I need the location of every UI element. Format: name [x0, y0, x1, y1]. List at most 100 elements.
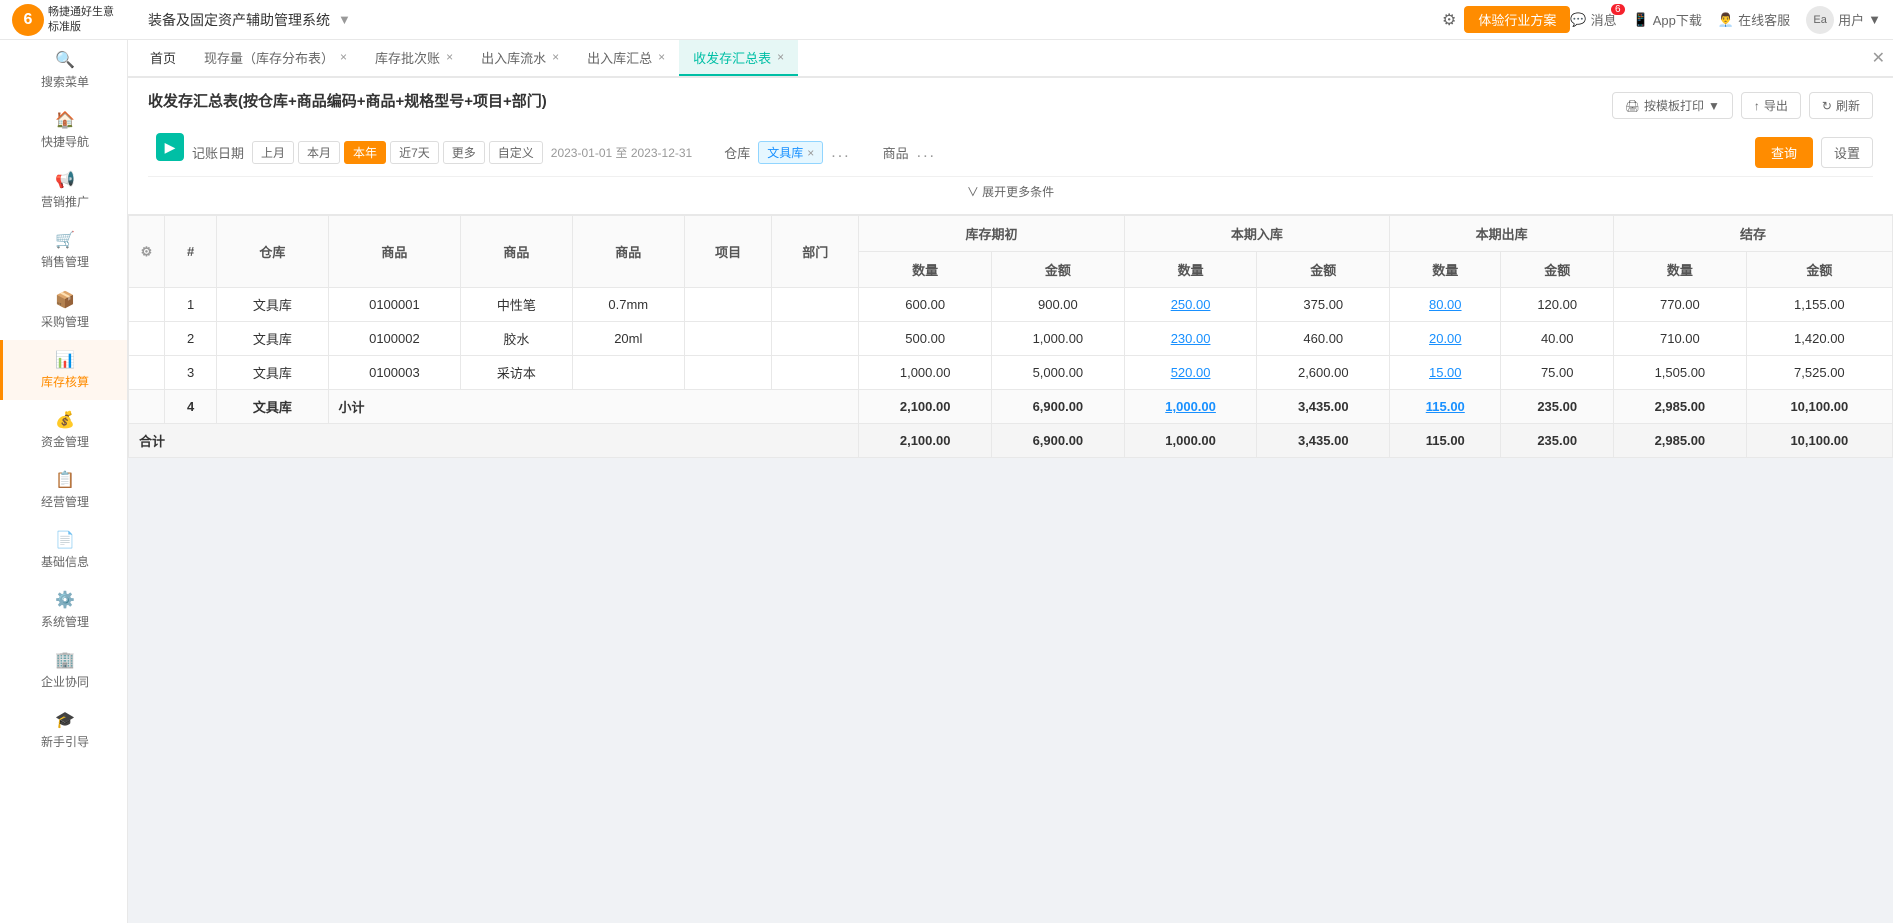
table-settings-button[interactable]: 设置 [1821, 137, 1873, 168]
warehouse-filter-tag[interactable]: 文具库 × [758, 141, 823, 164]
row-out-qty[interactable]: 80.00 [1390, 288, 1501, 322]
sidebar-item-search[interactable]: 🔍 搜索菜单 [0, 40, 127, 100]
row-open-qty: 1,000.00 [859, 356, 992, 390]
row-open-qty: 500.00 [859, 322, 992, 356]
close-all-tabs-button[interactable]: ✕ [1872, 48, 1885, 68]
tab-inout-summary[interactable]: 出入库汇总 × [573, 40, 679, 76]
sidebar-item-label: 搜索菜单 [41, 73, 89, 90]
row-warehouse: 文具库 [217, 356, 328, 390]
sidebar-item-system[interactable]: ⚙️ 系统管理 [0, 580, 127, 640]
expand-more-bar[interactable]: ∨ 展开更多条件 [148, 176, 1873, 206]
row-no: 3 [165, 356, 217, 390]
col-end-qty: 数量 [1614, 252, 1747, 288]
sidebar-item-quick-nav[interactable]: 🏠 快捷导航 [0, 100, 127, 160]
col-group-out: 本期出库 [1390, 216, 1614, 252]
row-project [685, 288, 772, 322]
row-dept [772, 356, 859, 390]
tab-close-receive-summary[interactable]: × [777, 50, 784, 64]
export-button[interactable]: ↑ 导出 [1741, 92, 1801, 119]
col-spec: 商品 [572, 216, 685, 288]
row-dept [772, 288, 859, 322]
col-in-amt: 金额 [1257, 252, 1390, 288]
total-end-amt: 10,100.00 [1746, 424, 1892, 458]
sidebar-item-enterprise[interactable]: 🏢 企业协同 [0, 640, 127, 700]
date-filter-label: 记账日期 [192, 143, 244, 162]
sidebar-item-purchase[interactable]: 📦 采购管理 [0, 280, 127, 340]
sidebar-item-beginner[interactable]: 🎓 新手引导 [0, 700, 127, 760]
sub-open-amt: 6,900.00 [992, 390, 1125, 424]
row-code: 0100003 [328, 356, 461, 390]
system-dropdown-icon[interactable]: ▼ [338, 12, 351, 27]
sidebar-item-label: 新手引导 [41, 733, 89, 750]
tab-close-batch-ledger[interactable]: × [446, 50, 453, 64]
sidebar-item-basic-info[interactable]: 📄 基础信息 [0, 520, 127, 580]
row-end-amt: 1,420.00 [1746, 322, 1892, 356]
messages-badge: 6 [1611, 4, 1625, 15]
warehouse-more-dots[interactable]: ... [831, 144, 850, 162]
date-btn-more[interactable]: 更多 [443, 141, 485, 164]
table-col-settings[interactable]: ⚙ [129, 216, 165, 288]
row-end-amt: 1,155.00 [1746, 288, 1892, 322]
top-right: 💬 消息 6 📱 App下载 👨‍💼 在线客服 Ea 用户 ▼ [1570, 6, 1881, 34]
sub-label: 小计 [328, 390, 859, 424]
system-title: 装备及固定资产辅助管理系统 ▼ [140, 10, 1434, 30]
sidebar-item-marketing[interactable]: 📢 营销推广 [0, 160, 127, 220]
subtotal-row: 4 文具库 小计 2,100.00 6,900.00 1,000.00 3,43… [129, 390, 1893, 424]
tab-close-inout-flow[interactable]: × [552, 50, 559, 64]
sub-in-amt: 3,435.00 [1257, 390, 1390, 424]
row-spec: 20ml [572, 322, 685, 356]
refresh-button[interactable]: ↻ 刷新 [1809, 92, 1873, 119]
date-btn-7days[interactable]: 近7天 [390, 141, 439, 164]
total-open-amt: 6,900.00 [992, 424, 1125, 458]
row-end-amt: 7,525.00 [1746, 356, 1892, 390]
sidebar-item-finance[interactable]: 💰 资金管理 [0, 400, 127, 460]
sidebar-item-inventory[interactable]: 📊 库存核算 [0, 340, 127, 400]
tab-inventory-dist[interactable]: 现存量（库存分布表） × [190, 40, 361, 76]
row-settings [129, 288, 165, 322]
tab-receive-summary[interactable]: 收发存汇总表 × [679, 40, 798, 76]
row-in-qty[interactable]: 250.00 [1124, 288, 1257, 322]
sub-end-qty: 2,985.00 [1614, 390, 1747, 424]
sidebar-item-label: 经营管理 [41, 493, 89, 510]
warehouse-filter-remove-icon[interactable]: × [807, 146, 814, 160]
row-name: 中性笔 [461, 288, 572, 322]
row-in-amt: 2,600.00 [1257, 356, 1390, 390]
sidebar-item-label: 销售管理 [41, 253, 89, 270]
tab-close-inout-summary[interactable]: × [658, 50, 665, 64]
row-in-qty[interactable]: 520.00 [1124, 356, 1257, 390]
table-row: 2 文具库 0100002 胶水 20ml 500.00 1,000.00 23… [129, 322, 1893, 356]
data-table: ⚙ # 仓库 商品 商品 商品 项目 部门 库存期初 本期入库 [128, 215, 1893, 458]
tab-batch-ledger[interactable]: 库存批次账 × [361, 40, 467, 76]
print-button[interactable]: 🖨 按模板打印 ▼ [1612, 92, 1733, 119]
tab-home[interactable]: 首页 [136, 40, 190, 76]
query-button[interactable]: 查询 [1755, 137, 1813, 168]
row-spec [572, 356, 685, 390]
user-menu[interactable]: Ea 用户 ▼ [1806, 6, 1881, 34]
date-btn-this-month[interactable]: 本月 [298, 141, 340, 164]
settings-icon[interactable]: ⚙ [1442, 10, 1456, 30]
goods-more-dots[interactable]: ... [917, 144, 936, 162]
message-icon: 💬 [1570, 12, 1586, 28]
col-name: 商品 [461, 216, 572, 288]
total-in-qty: 1,000.00 [1124, 424, 1257, 458]
date-btn-this-year[interactable]: 本年 [344, 141, 386, 164]
row-out-qty[interactable]: 20.00 [1390, 322, 1501, 356]
sidebar-item-operations[interactable]: 📋 经营管理 [0, 460, 127, 520]
trial-button[interactable]: 体验行业方案 [1464, 6, 1570, 33]
online-service-button[interactable]: 👨‍💼 在线客服 [1718, 10, 1790, 29]
messages-button[interactable]: 💬 消息 6 [1570, 10, 1616, 29]
date-btn-custom[interactable]: 自定义 [489, 141, 543, 164]
sidebar-item-sales[interactable]: 🛒 销售管理 [0, 220, 127, 280]
filter-collapse-button[interactable]: ▶ [156, 133, 184, 161]
row-in-qty[interactable]: 230.00 [1124, 322, 1257, 356]
sidebar-item-label: 资金管理 [41, 433, 89, 450]
row-out-qty[interactable]: 15.00 [1390, 356, 1501, 390]
app-download-button[interactable]: 📱 App下载 [1633, 10, 1702, 29]
sub-no: 4 [165, 390, 217, 424]
date-btn-last-month[interactable]: 上月 [252, 141, 294, 164]
tab-inout-flow[interactable]: 出入库流水 × [467, 40, 573, 76]
total-row: 合计 2,100.00 6,900.00 1,000.00 3,435.00 1… [129, 424, 1893, 458]
col-end-amt: 金额 [1746, 252, 1892, 288]
tab-close-inventory-dist[interactable]: × [340, 50, 347, 64]
sub-open-qty: 2,100.00 [859, 390, 992, 424]
